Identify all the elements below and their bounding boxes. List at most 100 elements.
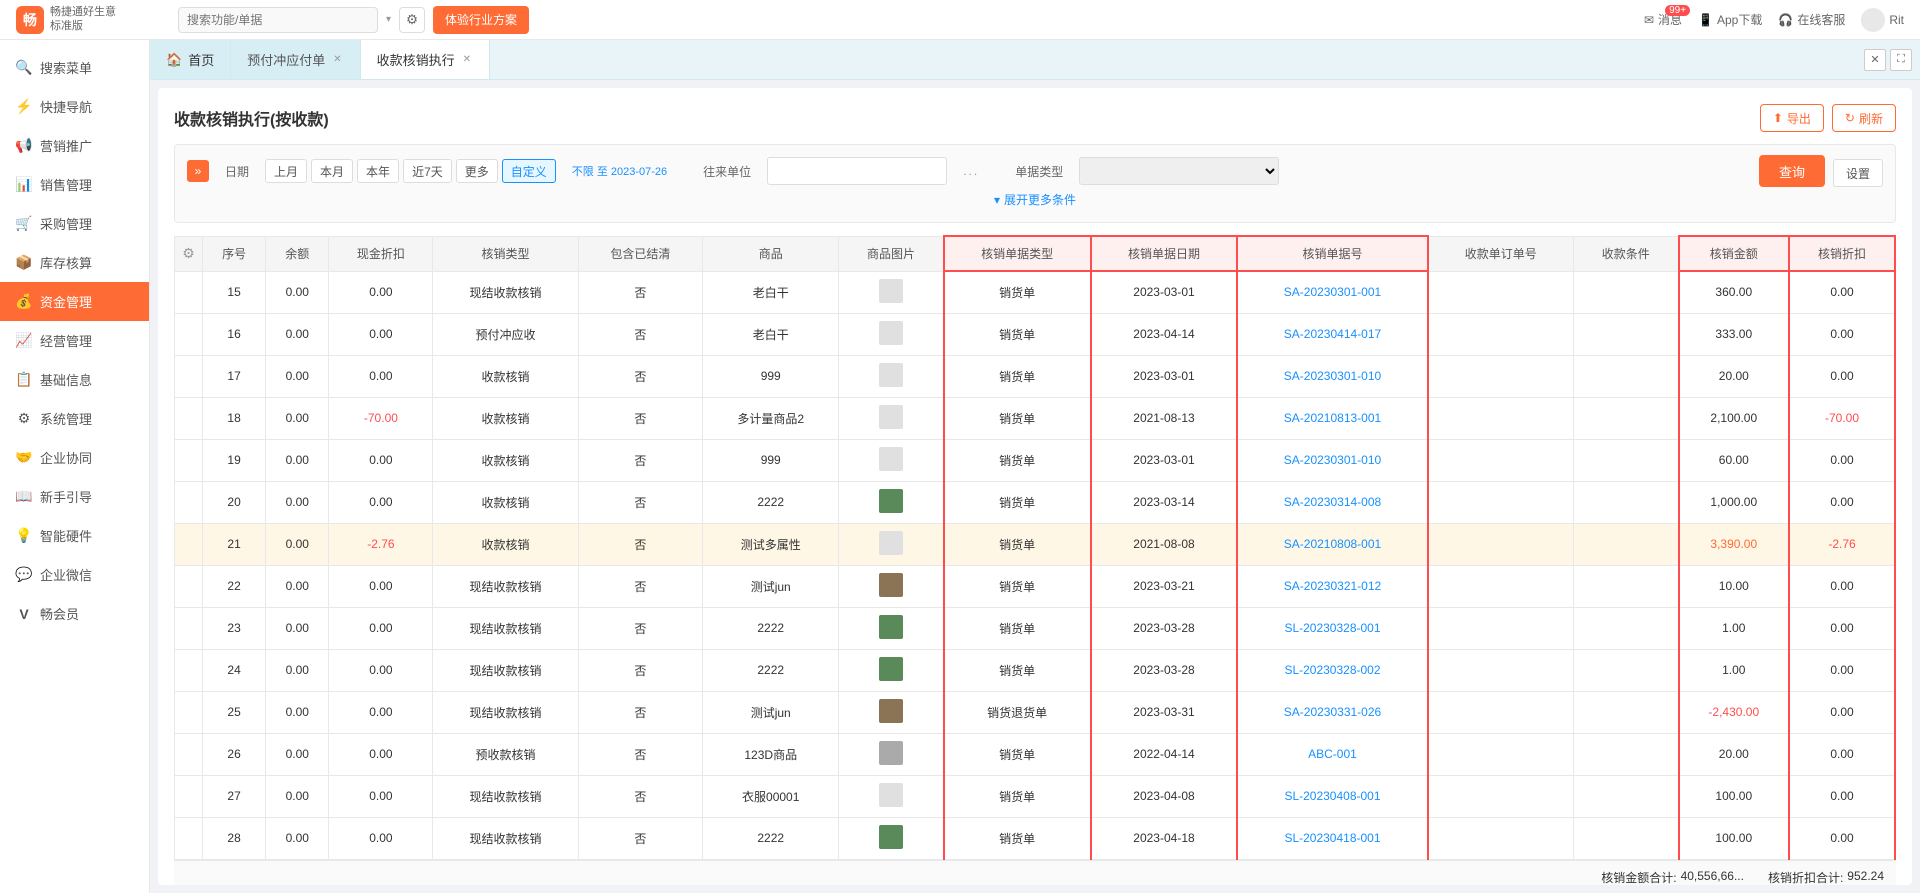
sidebar-label-inventory: 库存核算 <box>40 253 92 272</box>
online-service-btn[interactable]: 🎧 在线客服 <box>1778 11 1845 28</box>
refresh-button[interactable]: ↻ 刷新 <box>1832 104 1896 132</box>
date-btn-last-month[interactable]: 上月 <box>265 159 307 183</box>
user-profile[interactable]: Rit <box>1861 8 1904 32</box>
td-seq: 22 <box>203 565 266 607</box>
query-button[interactable]: 查询 <box>1759 155 1825 187</box>
td-goods-image <box>839 691 944 733</box>
verify-bill-no-link[interactable]: SL-20230408-001 <box>1284 789 1380 803</box>
table-row: 18 0.00 -70.00 收款核销 否 多计量商品2 销货单 2021-08… <box>175 397 1896 439</box>
tab-close-prepay[interactable]: ✕ <box>331 53 343 66</box>
td-balance: 0.00 <box>266 481 329 523</box>
sidebar-item-basics[interactable]: 📋 基础信息 <box>0 360 149 399</box>
td-verify-discount: 0.00 <box>1789 355 1895 397</box>
industry-btn[interactable]: 体验行业方案 <box>433 6 529 34</box>
tab-home[interactable]: 🏠 首页 <box>150 40 231 79</box>
tab-close-verify[interactable]: ✕ <box>461 53 473 66</box>
td-goods: 2222 <box>703 817 839 859</box>
verify-bill-no-link[interactable]: SA-20230314-008 <box>1284 495 1381 509</box>
verify-bill-no-link[interactable]: SA-20210813-001 <box>1284 411 1381 425</box>
bill-type-select[interactable] <box>1079 157 1279 185</box>
date-btn-more[interactable]: 更多 <box>456 159 498 183</box>
chevron-down-icon: ▾ <box>994 193 1000 207</box>
search-input[interactable] <box>178 7 378 33</box>
filter-expand-btn[interactable]: » <box>187 160 209 182</box>
verify-bill-no-link[interactable]: SL-20230418-001 <box>1284 831 1380 845</box>
sidebar-item-system[interactable]: ⚙ 系统管理 <box>0 399 149 438</box>
td-goods-image <box>839 607 944 649</box>
th-goods-image: 商品图片 <box>839 236 944 271</box>
sidebar-item-nav[interactable]: ⚡ 快捷导航 <box>0 87 149 126</box>
partner-input[interactable] <box>767 157 947 185</box>
sidebar-item-finance[interactable]: 💰 资金管理 <box>0 282 149 321</box>
sidebar-item-search[interactable]: 🔍 搜索菜单 <box>0 48 149 87</box>
td-settings <box>175 397 203 439</box>
td-goods: 123D商品 <box>703 733 839 775</box>
sidebar-item-guide[interactable]: 📖 新手引导 <box>0 477 149 516</box>
td-verify-bill-no: SL-20230328-001 <box>1237 607 1427 649</box>
td-receipt-condition <box>1574 607 1679 649</box>
td-verify-bill-date: 2023-03-28 <box>1091 649 1238 691</box>
filter-settings-button[interactable]: 设置 <box>1833 159 1883 187</box>
verify-bill-no-link[interactable]: SA-20230414-017 <box>1284 327 1381 341</box>
td-verify-amount: 1.00 <box>1679 607 1789 649</box>
td-settings <box>175 691 203 733</box>
tab-maximize-btn[interactable]: ⛶ <box>1890 49 1912 71</box>
verify-bill-no-link[interactable]: ABC-001 <box>1308 747 1357 761</box>
settings-icon: ⚙ <box>16 411 32 427</box>
verify-bill-no-link[interactable]: SL-20230328-001 <box>1284 621 1380 635</box>
app-download-btn[interactable]: 📱 App下载 <box>1698 11 1762 28</box>
verify-bill-no-link[interactable]: SA-20230331-026 <box>1284 705 1381 719</box>
th-balance: 余额 <box>266 236 329 271</box>
column-settings-icon[interactable]: ⚙ <box>182 245 195 261</box>
tab-minimize-btn[interactable]: ✕ <box>1864 49 1886 71</box>
sidebar-item-purchase[interactable]: 🛒 采购管理 <box>0 204 149 243</box>
sidebar-item-wechat[interactable]: 💬 企业微信 <box>0 555 149 594</box>
content-area: 🏠 首页 预付冲应付单 ✕ 收款核销执行 ✕ ✕ ⛶ 收款核销执行(按收款) <box>150 40 1920 893</box>
td-verify-bill-date: 2023-03-01 <box>1091 439 1238 481</box>
date-btn-this-year[interactable]: 本年 <box>357 159 399 183</box>
sidebar-item-member[interactable]: V 畅会员 <box>0 594 149 633</box>
sidebar-item-sales[interactable]: 📊 销售管理 <box>0 165 149 204</box>
tab-verify[interactable]: 收款核销执行 ✕ <box>361 40 490 79</box>
total-amount-value: 40,556,66... <box>1681 869 1744 886</box>
sidebar-item-operations[interactable]: 📈 经营管理 <box>0 321 149 360</box>
goods-image-placeholder <box>879 657 903 681</box>
tab-prepay[interactable]: 预付冲应付单 ✕ <box>231 40 360 79</box>
td-include-closed: 否 <box>578 397 703 439</box>
td-cash-discount: 0.00 <box>329 439 433 481</box>
verify-bill-no-link[interactable]: SA-20230301-001 <box>1284 285 1381 299</box>
td-cash-discount: 0.00 <box>329 271 433 313</box>
page-title-actions: ⬆ 导出 ↻ 刷新 <box>1760 104 1896 132</box>
sidebar-label-guide: 新手引导 <box>40 487 92 506</box>
expand-conditions-btn[interactable]: ▾ 展开更多条件 <box>994 191 1076 208</box>
date-btn-custom[interactable]: 自定义 <box>502 159 556 183</box>
export-button[interactable]: ⬆ 导出 <box>1760 104 1824 132</box>
sidebar-item-hardware[interactable]: 💡 智能硬件 <box>0 516 149 555</box>
chevron-down-icon: ▾ <box>386 14 391 25</box>
verify-bill-no-link[interactable]: SA-20210808-001 <box>1284 537 1381 551</box>
sidebar-item-inventory[interactable]: 📦 库存核算 <box>0 243 149 282</box>
verify-bill-no-link[interactable]: SA-20230301-010 <box>1284 453 1381 467</box>
td-goods: 999 <box>703 355 839 397</box>
date-btn-7days[interactable]: 近7天 <box>403 159 452 183</box>
td-verify-bill-date: 2021-08-08 <box>1091 523 1238 565</box>
td-goods-image <box>839 439 944 481</box>
goods-image-placeholder <box>879 405 903 429</box>
verify-bill-no-link[interactable]: SA-20230321-012 <box>1284 579 1381 593</box>
verify-bill-no-link[interactable]: SA-20230301-010 <box>1284 369 1381 383</box>
td-receipt-order-no <box>1428 271 1574 313</box>
td-seq: 18 <box>203 397 266 439</box>
td-verify-amount: 60.00 <box>1679 439 1789 481</box>
gear-button[interactable]: ⚙ <box>399 7 425 33</box>
date-btn-this-month[interactable]: 本月 <box>311 159 353 183</box>
sidebar-item-collab[interactable]: 🤝 企业协同 <box>0 438 149 477</box>
td-verify-discount: 0.00 <box>1789 271 1895 313</box>
goods-image-placeholder <box>879 489 903 513</box>
sidebar-label-search: 搜索菜单 <box>40 58 92 77</box>
td-goods: 2222 <box>703 481 839 523</box>
verify-bill-no-link[interactable]: SL-20230328-002 <box>1284 663 1380 677</box>
data-table: ⚙ 序号 余额 现金折扣 核销类型 包含已结清 商品 商品图片 核销单据类型 核… <box>174 235 1896 860</box>
td-verify-bill-type: 销货单 <box>944 775 1091 817</box>
sidebar-item-marketing[interactable]: 📢 营销推广 <box>0 126 149 165</box>
message-btn[interactable]: ✉ 消息 99+ <box>1644 11 1682 28</box>
